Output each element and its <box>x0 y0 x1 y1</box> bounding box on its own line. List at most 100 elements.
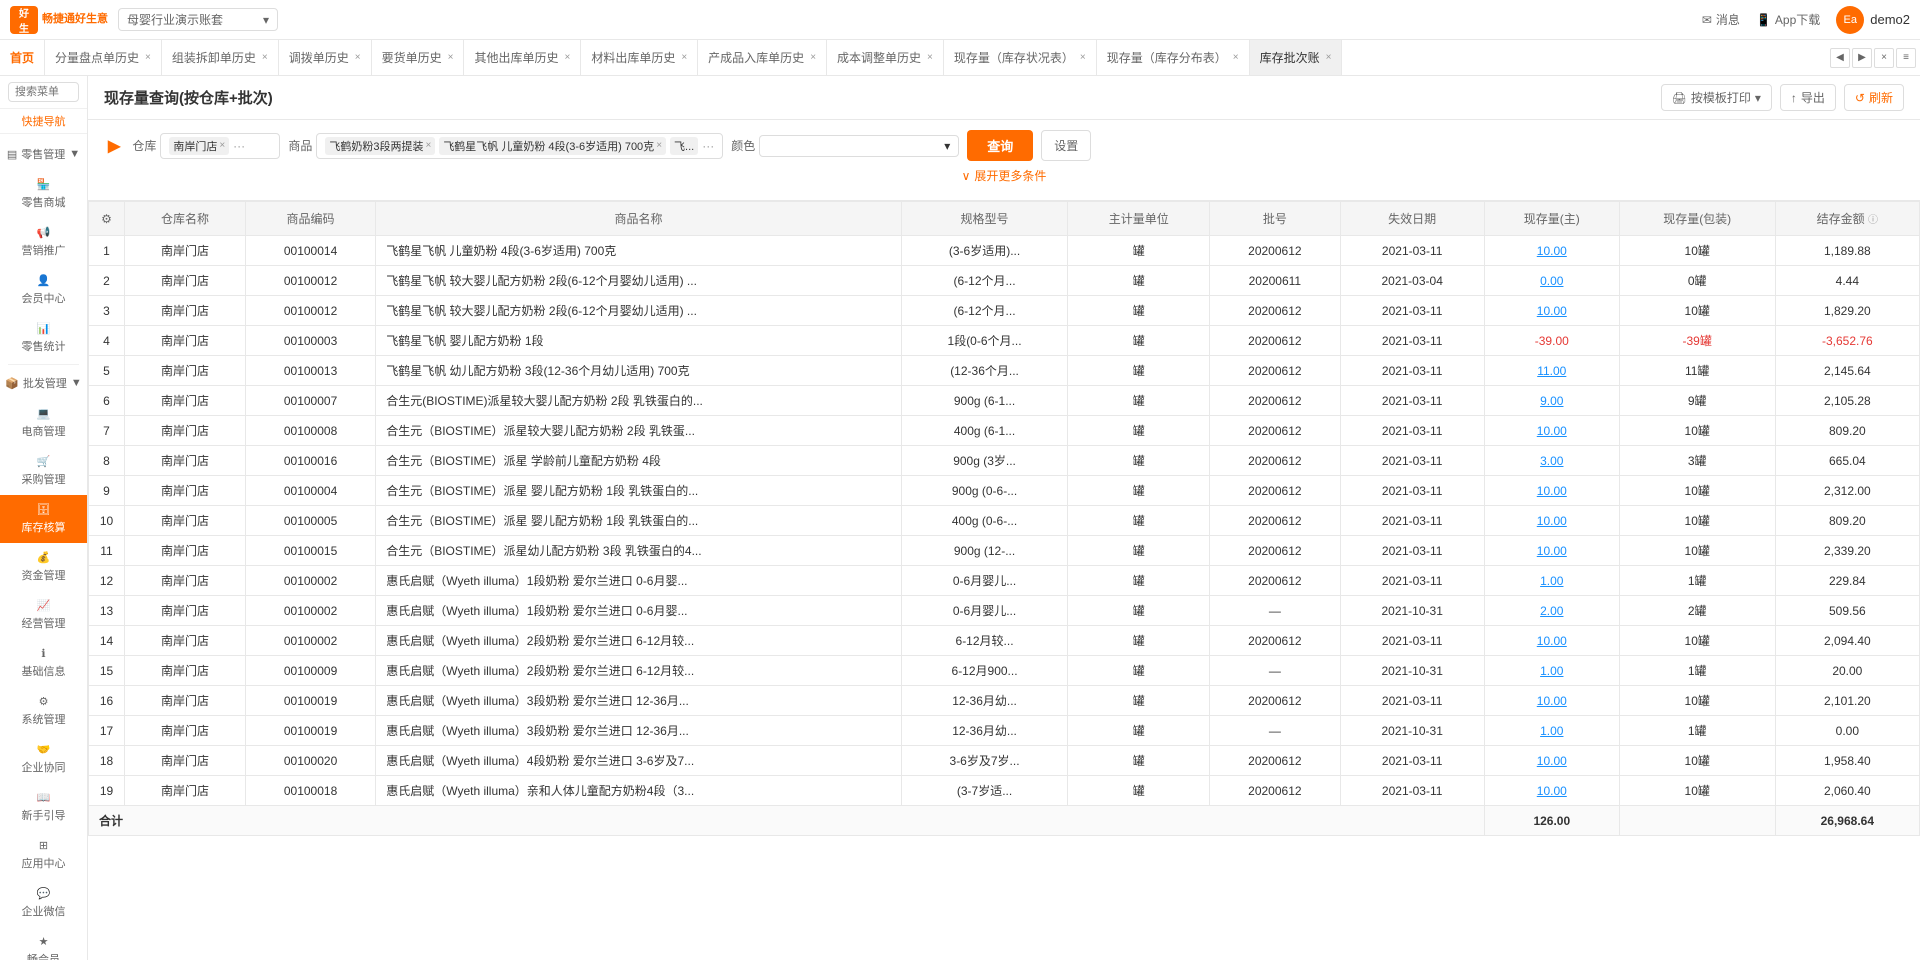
warehouse-input[interactable]: 南岸门店 × ··· <box>160 133 280 159</box>
row-qty-pkg: 10罐 <box>1619 296 1775 326</box>
close-icon[interactable]: × <box>564 52 570 63</box>
tab-5[interactable]: 其他出库单历史 × <box>464 40 581 76</box>
tab-10[interactable]: 现存量（库存分布表） × <box>1097 40 1250 76</box>
row-batch: 20200612 <box>1210 686 1340 716</box>
row-qty-main[interactable]: 10.00 <box>1484 776 1619 806</box>
close-icon[interactable]: × <box>1080 52 1086 63</box>
sidebar-item-vip[interactable]: ★ 畅会员 <box>0 927 87 960</box>
tab-8[interactable]: 成本调整单历史 × <box>827 40 944 76</box>
sidebar-item-app-center[interactable]: ⊞ 应用中心 <box>0 831 87 879</box>
sidebar-item-retail-mall[interactable]: 🏪 零售商城 <box>0 170 87 218</box>
sidebar-item-ecommerce[interactable]: 💻 电商管理 <box>0 399 87 447</box>
row-qty-main[interactable]: 10.00 <box>1484 416 1619 446</box>
sidebar-item-member[interactable]: 👤 会员中心 <box>0 266 87 314</box>
close-icon[interactable]: × <box>927 52 933 63</box>
sidebar-item-wholesale[interactable]: 📦 批发管理 ▼ <box>0 367 87 399</box>
tab-2[interactable]: 组装拆卸单历史 × <box>162 40 279 76</box>
tab-4[interactable]: 要货单历史 × <box>372 40 465 76</box>
template-print-btn[interactable]: 🖨 按模板打印 ▾ <box>1661 84 1772 111</box>
tab-7[interactable]: 产成品入库单历史 × <box>698 40 827 76</box>
query-btn[interactable]: 查询 <box>967 130 1033 161</box>
export-btn[interactable]: ↑ 导出 <box>1780 84 1836 111</box>
expand-more-btn[interactable]: ∨ 展开更多条件 <box>104 161 1904 190</box>
close-icon[interactable]: × <box>145 52 151 63</box>
info-icon[interactable]: ⓘ <box>1868 215 1878 226</box>
col-header-setting[interactable]: ⚙ <box>89 202 125 236</box>
product-input[interactable]: 飞鹤奶粉3段两提装 × 飞鹤星飞帆 儿童奶粉 4段(3-6岁适用) 700克 ×… <box>316 133 723 159</box>
close-icon[interactable]: × <box>262 52 268 63</box>
sidebar-item-collab[interactable]: 🤝 企业协同 <box>0 735 87 783</box>
close-icon[interactable]: × <box>355 52 361 63</box>
sidebar-item-finance[interactable]: 💰 资金管理 <box>0 543 87 591</box>
close-icon[interactable]: × <box>1326 52 1332 63</box>
row-qty-main[interactable]: 1.00 <box>1484 566 1619 596</box>
sidebar-item-purchase[interactable]: 🛒 采购管理 <box>0 447 87 495</box>
warehouse-tag-remove[interactable]: × <box>219 140 225 151</box>
purchase-icon: 🛒 <box>37 455 51 468</box>
tab-6[interactable]: 材料出库单历史 × <box>581 40 698 76</box>
tab-home[interactable]: 首页 <box>0 40 45 76</box>
message-btn[interactable]: ✉ 消息 <box>1702 11 1740 28</box>
color-input[interactable]: ▾ <box>759 135 959 157</box>
close-icon[interactable]: × <box>810 52 816 63</box>
row-qty-main[interactable]: 1.00 <box>1484 656 1619 686</box>
tab-1[interactable]: 分量盘点单历史 × <box>45 40 162 76</box>
sidebar-item-ops[interactable]: 📈 经营管理 <box>0 591 87 639</box>
sidebar-item-marketing[interactable]: 📢 营销推广 <box>0 218 87 266</box>
app-label: App下载 <box>1775 11 1820 28</box>
product-tag-1-remove[interactable]: × <box>425 140 431 151</box>
row-qty-main[interactable]: 0.00 <box>1484 266 1619 296</box>
row-qty-main[interactable]: 1.00 <box>1484 716 1619 746</box>
sidebar-item-basic[interactable]: ℹ 基础信息 <box>0 639 87 687</box>
row-qty-main[interactable]: 3.00 <box>1484 446 1619 476</box>
sidebar-item-guide[interactable]: 📖 新手引导 <box>0 783 87 831</box>
sidebar: 快捷导航 ▤ 零售管理 ▼ 🏪 零售商城 📢 营销推广 👤 会员中心 📊 零售统 <box>0 76 88 960</box>
product-tag-2-remove[interactable]: × <box>656 140 662 151</box>
row-qty-main[interactable]: 10.00 <box>1484 476 1619 506</box>
filter-dots-2[interactable]: ··· <box>702 139 714 153</box>
row-qty-pkg: 10罐 <box>1619 236 1775 266</box>
row-amount: 2,094.40 <box>1775 626 1919 656</box>
row-no: 13 <box>89 596 125 626</box>
nav-close-btn[interactable]: × <box>1874 48 1894 68</box>
row-qty-main[interactable]: 10.00 <box>1484 296 1619 326</box>
filter-dots[interactable]: ··· <box>233 139 245 153</box>
row-qty-main[interactable]: 9.00 <box>1484 386 1619 416</box>
close-icon[interactable]: × <box>681 52 687 63</box>
chevron-down-icon: ∨ <box>962 169 971 183</box>
row-qty-main[interactable]: 10.00 <box>1484 536 1619 566</box>
row-expire: 2021-03-11 <box>1340 236 1484 266</box>
row-qty-pkg: 9罐 <box>1619 386 1775 416</box>
close-icon[interactable]: × <box>1233 52 1239 63</box>
page-actions: 🖨 按模板打印 ▾ ↑ 导出 ↺ 刷新 <box>1661 84 1904 111</box>
nav-menu-btn[interactable]: ≡ <box>1896 48 1916 68</box>
sidebar-item-retail-mgmt[interactable]: ▤ 零售管理 ▼ <box>0 138 87 170</box>
refresh-btn[interactable]: ↺ 刷新 <box>1844 84 1904 111</box>
row-qty-main[interactable]: 10.00 <box>1484 506 1619 536</box>
search-menu-input[interactable] <box>8 82 79 102</box>
row-qty-main[interactable]: 10.00 <box>1484 236 1619 266</box>
row-qty-main[interactable]: 11.00 <box>1484 356 1619 386</box>
org-selector[interactable]: 母婴行业演示账套 ▾ <box>118 8 278 31</box>
nav-next-btn[interactable]: ▶ <box>1852 48 1872 68</box>
row-qty-main[interactable]: 2.00 <box>1484 596 1619 626</box>
row-qty-main[interactable]: 10.00 <box>1484 746 1619 776</box>
expand-orange-btn[interactable]: ▶ <box>104 132 124 160</box>
quick-nav[interactable]: 快捷导航 <box>0 109 87 134</box>
settings-btn[interactable]: 设置 <box>1041 130 1091 161</box>
sidebar-item-inventory[interactable]: 🗄 库存核算 <box>0 495 87 543</box>
sidebar-item-retail-stats[interactable]: 📊 零售统计 <box>0 314 87 362</box>
tab-11[interactable]: 库存批次账 × <box>1250 40 1343 76</box>
chevron-down-icon: ▼ <box>69 148 80 160</box>
row-qty-main[interactable]: 10.00 <box>1484 626 1619 656</box>
sidebar-item-wechat[interactable]: 💬 企业微信 <box>0 879 87 927</box>
app-download-btn[interactable]: 📱 App下载 <box>1756 11 1820 28</box>
row-qty-main[interactable]: 10.00 <box>1484 686 1619 716</box>
member-icon: 👤 <box>37 274 51 287</box>
nav-prev-btn[interactable]: ◀ <box>1830 48 1850 68</box>
close-icon[interactable]: × <box>448 52 454 63</box>
tab-9[interactable]: 现存量（库存状况表） × <box>944 40 1097 76</box>
sidebar-item-system[interactable]: ⚙ 系统管理 <box>0 687 87 735</box>
footer-label: 合计 <box>89 806 1485 836</box>
tab-3[interactable]: 调拨单历史 × <box>279 40 372 76</box>
